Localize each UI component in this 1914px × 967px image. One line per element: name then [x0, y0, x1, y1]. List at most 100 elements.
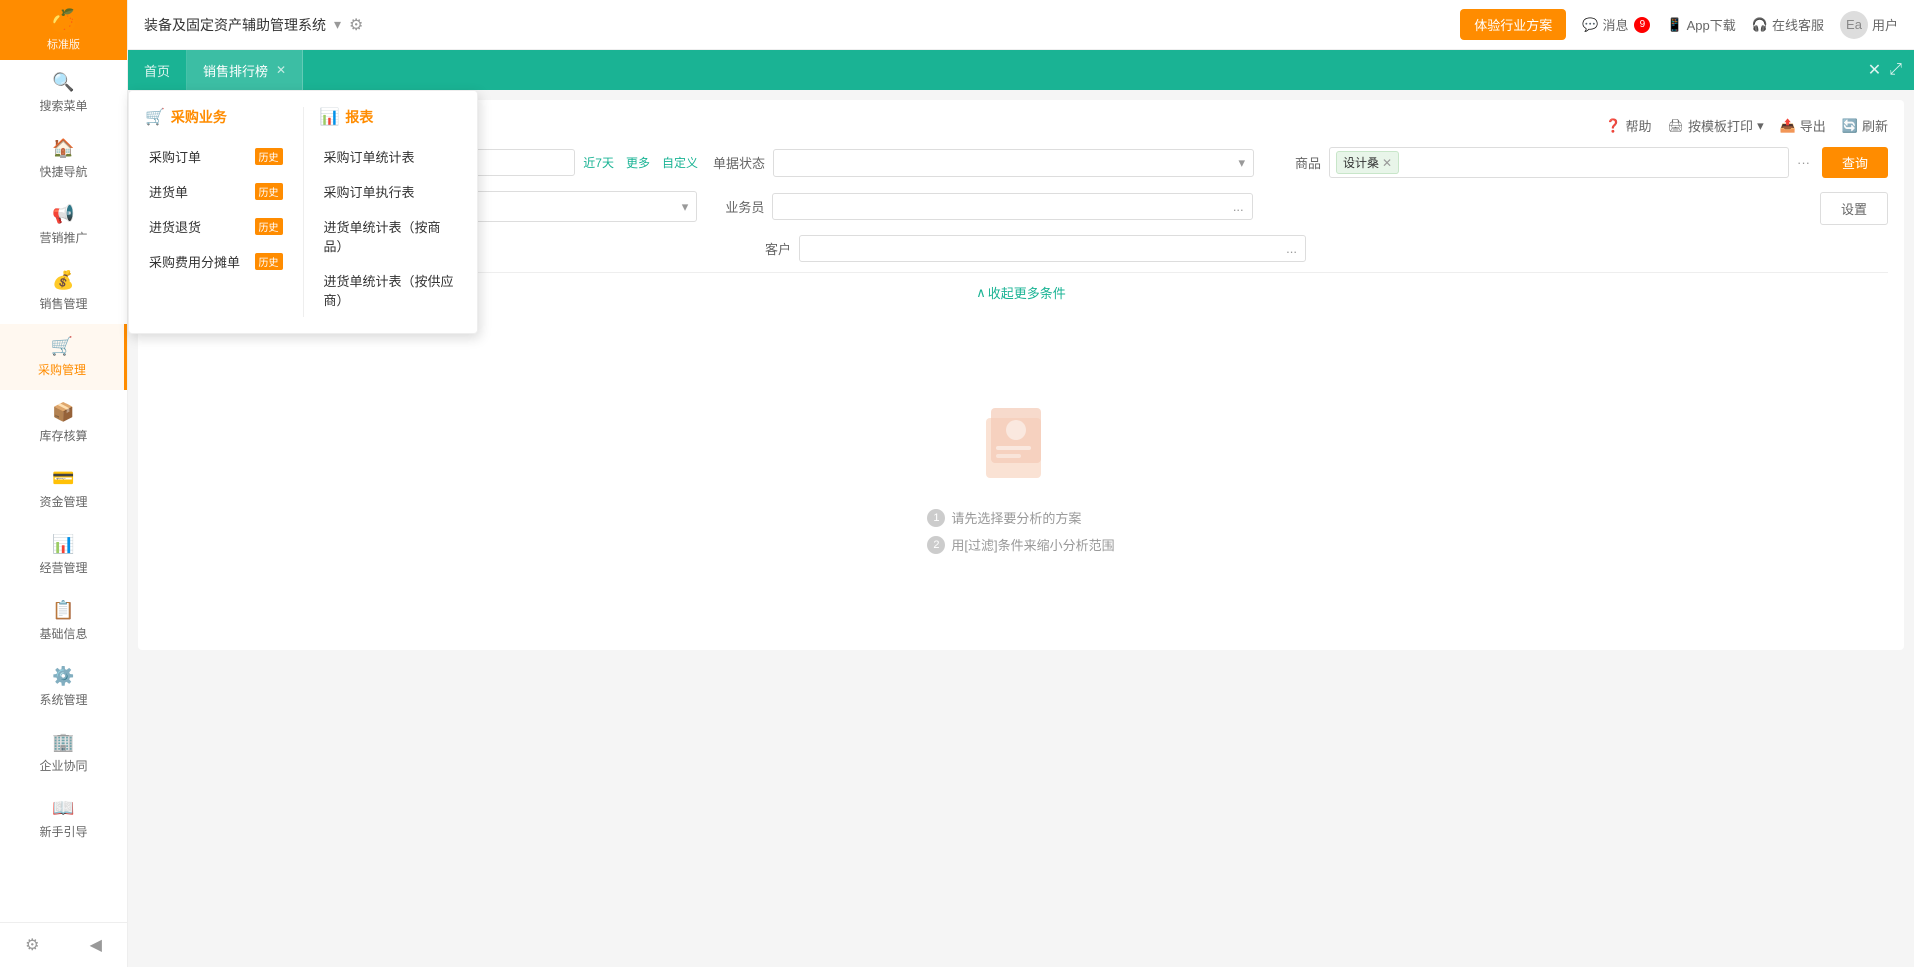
purchase-label: 采购管理	[38, 361, 86, 378]
tab-0[interactable]: 首页	[128, 50, 187, 90]
sales-icon: 💰	[52, 270, 74, 291]
print-icon: 🖨	[1668, 118, 1685, 134]
report-section-title: 📊 报表	[320, 107, 462, 127]
tab-close-1[interactable]: ✕	[276, 63, 286, 77]
rank-dropdown-icon: ▾	[682, 199, 689, 215]
sidebar-item-sales[interactable]: 💰 销售管理	[0, 258, 127, 324]
industry-solution-button[interactable]: 体验行业方案	[1460, 9, 1566, 40]
report-menu-item-采购订单统计表[interactable]: 采购订单统计表	[320, 139, 462, 174]
empty-state: 1 请先选择要分析的方案 2 用[过滤]条件来缩小分析范围	[154, 318, 1888, 634]
sidebar-item-quick-nav[interactable]: 🏠 快捷导航	[0, 126, 127, 192]
finance-icon: 💳	[52, 468, 74, 489]
report-menu-item-进货单统计表（按商品）[interactable]: 进货单统计表（按商品）	[320, 209, 462, 263]
headset-icon: 🎧	[1752, 17, 1768, 33]
search-icon: 🔍	[52, 72, 74, 93]
report-menu-item-进货单统计表（按供应商）[interactable]: 进货单统计表（按供应商）	[320, 263, 462, 317]
quick-nav-label: 快捷导航	[39, 163, 87, 180]
finance-label: 资金管理	[39, 493, 87, 510]
collapse-label: 收起更多条件	[988, 283, 1066, 302]
report-menu-item-采购订单执行表[interactable]: 采购订单执行表	[320, 174, 462, 209]
sidebar-menu: 🔍 搜索菜单 🏠 快捷导航 📢 营销推广 💰 销售管理 🛒 采购管理 📦 库存核…	[0, 60, 127, 922]
order-status-input[interactable]: ▾	[773, 149, 1254, 177]
tabs-bar: 首页销售排行榜✕ ✕ ⤢	[128, 50, 1914, 90]
purchase-section: 🛒 采购业务 采购订单 历史 进货单 历史 进货退货 历史 采购费用分摊单 历史	[145, 107, 287, 317]
sidebar-logo: 🍊 标准版	[0, 0, 127, 60]
print-button[interactable]: 🖨 按模板打印 ▾	[1668, 116, 1764, 135]
logo-text: 标准版	[47, 36, 80, 52]
salesperson-more[interactable]: ...	[1233, 199, 1244, 214]
operations-icon: 📊	[52, 534, 74, 555]
sidebar-item-search[interactable]: 🔍 搜索菜单	[0, 60, 127, 126]
goods-tag-close[interactable]: ✕	[1382, 156, 1392, 170]
customer-more[interactable]: ...	[1286, 241, 1297, 256]
purchase-menu-item-进货退货[interactable]: 进货退货 历史	[145, 209, 287, 244]
sidebar-settings-icon[interactable]: ⚙	[25, 935, 39, 955]
sidebar-item-marketing[interactable]: 📢 营销推广	[0, 192, 127, 258]
sidebar-item-guide[interactable]: 📖 新手引导	[0, 786, 127, 852]
system-icon: ⚙️	[52, 666, 74, 687]
system-settings-icon[interactable]: ⚙	[349, 15, 363, 35]
refresh-icon: 🔄	[1842, 118, 1858, 134]
guide-icon: 📖	[52, 798, 74, 819]
tip-num-1: 1	[927, 509, 945, 527]
help-button[interactable]: ❓ 帮助	[1605, 116, 1651, 135]
date-quick-custom[interactable]: 自定义	[662, 154, 698, 171]
empty-tips: 1 请先选择要分析的方案 2 用[过滤]条件来缩小分析范围	[927, 508, 1114, 554]
tab-label-0: 首页	[144, 61, 170, 80]
refresh-button[interactable]: 🔄 刷新	[1842, 116, 1888, 135]
sidebar-collapse-icon[interactable]: ◀	[90, 935, 102, 955]
user-avatar: Ea	[1840, 11, 1868, 39]
export-icon: 📤	[1780, 118, 1796, 134]
customer-label: 客户	[736, 239, 791, 258]
refresh-label: 刷新	[1862, 116, 1888, 135]
tip-text-2: 用[过滤]条件来缩小分析范围	[951, 535, 1114, 554]
export-button[interactable]: 📤 导出	[1780, 116, 1826, 135]
goods-more-dots[interactable]: ···	[1797, 155, 1810, 170]
purchase-section-label: 采购业务	[171, 107, 227, 127]
purchase-icon: 🛒	[51, 336, 73, 357]
sidebar-footer: ⚙ ◀	[0, 922, 127, 967]
app-download-button[interactable]: 📱 App下载	[1666, 15, 1735, 34]
basic-info-label: 基础信息	[39, 625, 87, 642]
purchase-menu-item-采购费用分摊单[interactable]: 采购费用分摊单 历史	[145, 244, 287, 279]
history-badge: 历史	[255, 183, 283, 200]
sidebar-item-operations[interactable]: 📊 经营管理	[0, 522, 127, 588]
goods-tag-value: 设计桑	[1343, 154, 1379, 171]
system-title: 装备及固定资产辅助管理系统	[144, 15, 326, 35]
purchase-menu-item-进货单[interactable]: 进货单 历史	[145, 174, 287, 209]
tab-close-window-icon[interactable]: ✕	[1868, 60, 1881, 80]
sidebar-item-basic-info[interactable]: 📋 基础信息	[0, 588, 127, 654]
date-quick-7days[interactable]: 近7天	[583, 154, 614, 171]
print-dropdown-icon[interactable]: ▾	[1757, 118, 1764, 134]
goods-field: 商品 设计桑 ✕ ···	[1266, 147, 1810, 178]
tabs-right-controls: ✕ ⤢	[1868, 60, 1914, 80]
order-status-dropdown-icon: ▾	[1238, 155, 1245, 171]
menu-divider	[303, 107, 304, 317]
purchase-menu-item-采购订单[interactable]: 采购订单 历史	[145, 139, 287, 174]
tab-1[interactable]: 销售排行榜✕	[187, 50, 303, 90]
sidebar-item-system[interactable]: ⚙️ 系统管理	[0, 654, 127, 720]
collapse-button[interactable]: ∧ 收起更多条件	[976, 283, 1066, 302]
customer-input[interactable]: ...	[799, 235, 1306, 262]
message-button[interactable]: 💬 消息 9	[1582, 15, 1650, 34]
export-label: 导出	[1800, 116, 1826, 135]
system-dropdown-icon[interactable]: ▾	[334, 16, 341, 33]
query-button[interactable]: 查询	[1822, 147, 1888, 178]
empty-tip-1: 1 请先选择要分析的方案	[927, 508, 1114, 527]
date-quick-more[interactable]: 更多	[626, 154, 650, 171]
sidebar-item-inventory[interactable]: 📦 库存核算	[0, 390, 127, 456]
menu-item-label: 进货单统计表（按供应商）	[324, 271, 458, 309]
online-service-label: 在线客服	[1772, 15, 1824, 34]
user-menu-button[interactable]: Ea 用户	[1840, 11, 1898, 39]
tab-expand-icon[interactable]: ⤢	[1889, 61, 1902, 79]
goods-label: 商品	[1266, 153, 1321, 172]
goods-tag: 设计桑 ✕	[1336, 151, 1399, 174]
app-icon: 📱	[1666, 17, 1682, 33]
sidebar-item-enterprise[interactable]: 🏢 企业协同	[0, 720, 127, 786]
sidebar-item-finance[interactable]: 💳 资金管理	[0, 456, 127, 522]
goods-input[interactable]: 设计桑 ✕	[1329, 147, 1789, 178]
online-service-button[interactable]: 🎧 在线客服	[1752, 15, 1824, 34]
salesperson-input[interactable]: ...	[772, 193, 1252, 220]
setting-button[interactable]: 设置	[1820, 192, 1888, 225]
sidebar-item-purchase[interactable]: 🛒 采购管理	[0, 324, 127, 390]
